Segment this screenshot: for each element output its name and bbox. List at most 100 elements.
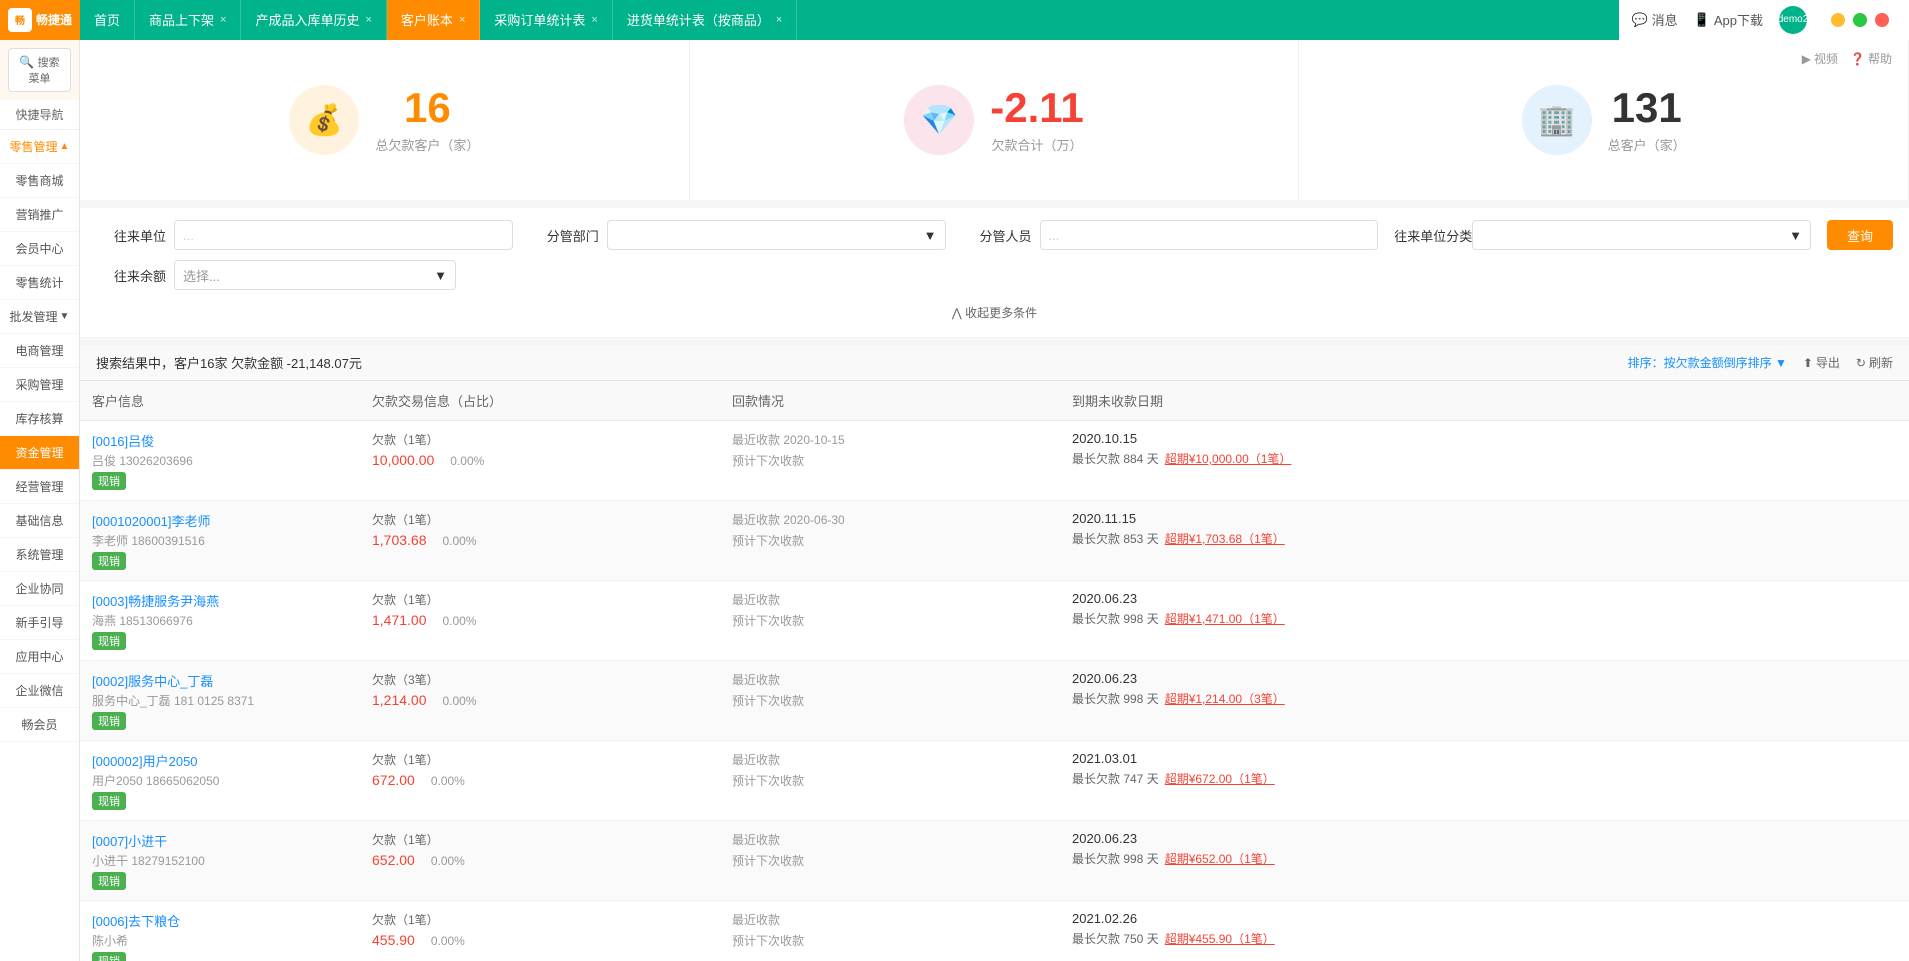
debt-pct: 0.00% bbox=[450, 454, 484, 468]
window-max-btn[interactable] bbox=[1853, 13, 1867, 27]
sidebar-item-vip[interactable]: 畅会员 bbox=[0, 708, 79, 742]
balance-label: 往来余额 bbox=[96, 266, 166, 285]
unit-category-select[interactable]: ▼ bbox=[1472, 220, 1811, 250]
due-date: 2020.06.23 bbox=[1072, 591, 1897, 606]
refresh-icon: ↻ bbox=[1856, 356, 1866, 370]
sidebar-item-inventory[interactable]: 库存核算 bbox=[0, 402, 79, 436]
debt-amount[interactable]: 652.00 bbox=[372, 852, 415, 868]
overdue-amount-link[interactable]: 超期¥455.90（1笔） bbox=[1165, 930, 1275, 947]
view-video-btn[interactable]: ▶ 视频 bbox=[1802, 50, 1838, 67]
close-tab-inventory[interactable]: × bbox=[365, 14, 371, 26]
sidebar-item-basic-info[interactable]: 基础信息 bbox=[0, 504, 79, 538]
customer-badge: 现销 bbox=[92, 872, 126, 890]
dept-chevron-icon: ▼ bbox=[924, 228, 937, 243]
last-collection: 最近收款 bbox=[732, 591, 1048, 608]
refresh-btn[interactable]: ↻ 刷新 bbox=[1856, 354, 1893, 371]
tab-goods-stats[interactable]: 进货单统计表（按商品） × bbox=[613, 0, 797, 40]
from-unit-input[interactable]: ... bbox=[174, 220, 513, 250]
tab-products[interactable]: 商品上下架 × bbox=[135, 0, 241, 40]
sidebar-item-operations[interactable]: 经营管理 bbox=[0, 470, 79, 504]
next-collection: 预计下次收款 bbox=[732, 772, 1048, 789]
debt-amount[interactable]: 1,214.00 bbox=[372, 692, 427, 708]
customer-id[interactable]: [0002]服务中心_丁磊 bbox=[92, 671, 348, 690]
customer-id[interactable]: [0003]畅捷服务尹海燕 bbox=[92, 591, 348, 610]
help-btn[interactable]: ❓ 帮助 bbox=[1850, 50, 1892, 67]
video-icon: ▶ bbox=[1802, 52, 1811, 66]
overdue-amount-link[interactable]: 超期¥10,000.00（1笔） bbox=[1165, 450, 1292, 467]
search-menu-btn[interactable]: 🔍 搜索菜单 bbox=[0, 40, 79, 100]
overdue-days: 最长欠款 747 天 bbox=[1072, 770, 1159, 787]
col-customer-info: 客户信息 bbox=[80, 381, 360, 421]
tab-home[interactable]: 首页 bbox=[80, 0, 135, 40]
customer-id[interactable]: [0007]小进干 bbox=[92, 831, 348, 850]
message-btn[interactable]: 💬 消息 bbox=[1631, 10, 1677, 29]
sidebar-item-enterprise[interactable]: 企业协同 bbox=[0, 572, 79, 606]
person-input[interactable]: ... bbox=[1040, 220, 1379, 250]
debt-amount[interactable]: 1,703.68 bbox=[372, 532, 427, 548]
customer-id[interactable]: [000002]用户2050 bbox=[92, 751, 348, 770]
debt-count: 欠款（1笔） bbox=[372, 511, 708, 528]
sidebar-item-purchase[interactable]: 采购管理 bbox=[0, 368, 79, 402]
sidebar-item-retail-store[interactable]: 零售商城 bbox=[0, 164, 79, 198]
export-btn[interactable]: ⬆ 导出 bbox=[1803, 354, 1840, 371]
window-close-btn[interactable] bbox=[1875, 13, 1889, 27]
sidebar-item-system[interactable]: 系统管理 bbox=[0, 538, 79, 572]
customer-contact: 用户2050 18665062050 bbox=[92, 772, 348, 789]
customer-id[interactable]: [0001020001]李老师 bbox=[92, 511, 348, 530]
customer-id[interactable]: [0016]吕俊 bbox=[92, 431, 348, 450]
sidebar-item-ecommerce[interactable]: 电商管理 bbox=[0, 334, 79, 368]
overdue-amount-link[interactable]: 超期¥1,214.00（3笔） bbox=[1165, 690, 1285, 707]
overdue-amount-link[interactable]: 超期¥672.00（1笔） bbox=[1165, 770, 1275, 787]
col-debt-info: 欠款交易信息（占比） bbox=[360, 381, 720, 421]
sidebar-item-apps[interactable]: 应用中心 bbox=[0, 640, 79, 674]
overdue-amount-link[interactable]: 超期¥652.00（1笔） bbox=[1165, 850, 1275, 867]
export-icon: ⬆ bbox=[1803, 356, 1813, 370]
debt-amount[interactable]: 1,471.00 bbox=[372, 612, 427, 628]
chevron-down-icon-2: ▼ bbox=[60, 311, 70, 322]
close-tab-products[interactable]: × bbox=[220, 14, 226, 26]
debt-amount[interactable]: 672.00 bbox=[372, 772, 415, 788]
overdue-amount-link[interactable]: 超期¥1,471.00（1笔） bbox=[1165, 610, 1285, 627]
sidebar-item-marketing[interactable]: 营销推广 bbox=[0, 198, 79, 232]
debt-amount[interactable]: 455.90 bbox=[372, 932, 415, 948]
overdue-days: 最长欠款 998 天 bbox=[1072, 690, 1159, 707]
last-collection: 最近收款 2020-06-30 bbox=[732, 511, 1048, 528]
sidebar-item-wholesale-mgmt[interactable]: 批发管理 ▼ bbox=[0, 300, 79, 334]
close-tab-purchase[interactable]: × bbox=[591, 14, 597, 26]
customer-badge: 现销 bbox=[92, 552, 126, 570]
quick-nav: 快捷导航 bbox=[0, 100, 79, 130]
collapse-btn[interactable]: ⋀ 收起更多条件 bbox=[96, 300, 1893, 325]
sidebar-item-finance[interactable]: 资金管理 bbox=[0, 436, 79, 470]
close-tab-customer[interactable]: × bbox=[459, 14, 465, 26]
overdue-amount-link[interactable]: 超期¥1,703.68（1笔） bbox=[1165, 530, 1285, 547]
close-tab-goods[interactable]: × bbox=[776, 14, 782, 26]
customer-id[interactable]: [0006]去下粮仓 bbox=[92, 911, 348, 930]
download-icon: 📱 bbox=[1694, 12, 1710, 28]
sidebar-item-beginner[interactable]: 新手引导 bbox=[0, 606, 79, 640]
tab-purchase-stats[interactable]: 采购订单统计表 × bbox=[480, 0, 612, 40]
sort-selector[interactable]: 排序：按欠款金额倒序排序 ▼ bbox=[1628, 354, 1787, 371]
sidebar-item-wechat[interactable]: 企业微信 bbox=[0, 674, 79, 708]
sidebar-item-members[interactable]: 会员中心 bbox=[0, 232, 79, 266]
window-min-btn[interactable] bbox=[1831, 13, 1845, 27]
app-download-btn[interactable]: 📱 App下载 bbox=[1694, 10, 1763, 29]
balance-chevron-icon: ▼ bbox=[434, 268, 447, 283]
user-avatar[interactable]: demo2 bbox=[1779, 6, 1807, 34]
dept-select[interactable]: ▼ bbox=[607, 220, 946, 250]
stat-icon-total: 🏢 bbox=[1522, 85, 1592, 155]
tab-inventory[interactable]: 产成品入库单历史 × bbox=[241, 0, 386, 40]
next-collection: 预计下次收款 bbox=[732, 452, 1048, 469]
overdue-days: 最长欠款 750 天 bbox=[1072, 930, 1159, 947]
balance-select[interactable]: 选择... ▼ bbox=[174, 260, 456, 290]
app-name: 畅捷通 bbox=[36, 11, 72, 28]
customer-contact: 服务中心_丁磊 181 0125 8371 bbox=[92, 692, 348, 709]
debt-amount[interactable]: 10,000.00 bbox=[372, 452, 434, 468]
customer-contact: 李老师 18600391516 bbox=[92, 532, 348, 549]
table-row: [0016]吕俊 吕俊 13026203696 现销 欠款（1笔） 10,000… bbox=[80, 421, 1909, 501]
tab-customer-account[interactable]: 客户账本 × bbox=[387, 0, 480, 40]
sidebar-item-retail-mgmt[interactable]: 零售管理 ▲ bbox=[0, 130, 79, 164]
results-summary: 搜索结果中，客户16家 欠款金额 -21,148.07元 bbox=[96, 353, 362, 372]
last-collection: 最近收款 bbox=[732, 671, 1048, 688]
sidebar-item-retail-stats[interactable]: 零售统计 bbox=[0, 266, 79, 300]
search-button[interactable]: 查询 bbox=[1827, 220, 1893, 250]
